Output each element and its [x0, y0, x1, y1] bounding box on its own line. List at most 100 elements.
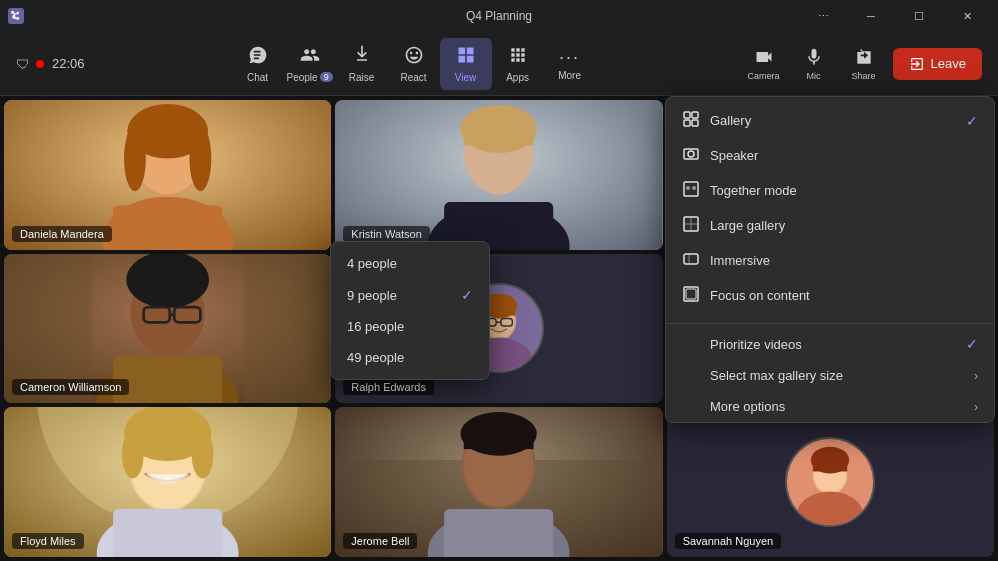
more-options-arrow: ›: [974, 400, 978, 414]
speaker-menu-icon: [682, 146, 700, 165]
more-label: More: [558, 70, 581, 81]
title-bar: Q4 Planning ⋯ ─ ☐ ✕: [0, 0, 998, 32]
menu-item-speaker[interactable]: Speaker: [666, 138, 994, 173]
video-tile-kristin: Kristin Watson: [335, 100, 662, 250]
svg-point-23: [176, 261, 207, 292]
video-tile-jerome: Jerome Bell: [335, 407, 662, 557]
toolbar: 🛡 22:06 Chat People 9: [0, 32, 998, 96]
chat-label: Chat: [247, 72, 268, 83]
menu-item-large-gallery[interactable]: Large gallery: [666, 208, 994, 243]
share-button[interactable]: Share: [843, 43, 885, 85]
teams-app-icon: [8, 8, 24, 24]
raise-button[interactable]: Raise: [336, 38, 388, 90]
gallery-check: ✓: [966, 113, 978, 129]
gallery-size-label: Select max gallery size: [710, 368, 843, 383]
mic-label: Mic: [807, 71, 821, 81]
svg-rect-74: [692, 120, 698, 126]
svg-rect-69: [813, 460, 847, 471]
menu-item-prioritize[interactable]: Prioritize videos ✓: [666, 328, 994, 360]
close-btn[interactable]: ✕: [944, 0, 990, 32]
gallery-size-4-label: 4 people: [347, 256, 397, 271]
apps-label: Apps: [506, 72, 529, 83]
chat-icon: [248, 45, 268, 70]
svg-point-76: [688, 151, 694, 157]
menu-item-focus[interactable]: Focus on content: [666, 278, 994, 313]
svg-point-54: [192, 431, 214, 479]
minimize-btn[interactable]: ─: [848, 0, 894, 32]
chat-button[interactable]: Chat: [232, 38, 284, 90]
maximize-btn[interactable]: ☐: [896, 0, 942, 32]
people-button[interactable]: People 9: [284, 38, 336, 90]
apps-button[interactable]: Apps: [492, 38, 544, 90]
gallery-size-9-label: 9 people: [347, 288, 397, 303]
name-tag-kristin: Kristin Watson: [343, 226, 430, 242]
svg-rect-8: [113, 205, 222, 249]
camera-label: Camera: [748, 71, 780, 81]
react-button[interactable]: React: [388, 38, 440, 90]
view-menu-section: Gallery ✓ Speaker Together mode: [666, 97, 994, 319]
svg-point-79: [692, 186, 696, 190]
share-icon: [854, 47, 874, 69]
menu-item-gallery-size[interactable]: Select max gallery size ›: [666, 360, 994, 391]
focus-menu-icon: [682, 286, 700, 305]
immersive-label: Immersive: [710, 253, 770, 268]
large-gallery-label: Large gallery: [710, 218, 785, 233]
svg-point-5: [124, 126, 146, 191]
menu-item-more-options[interactable]: More options ›: [666, 391, 994, 422]
menu-item-immersive[interactable]: Immersive: [666, 243, 994, 278]
name-tag-daniela: Daniela Mandera: [12, 226, 112, 242]
gallery-size-16-label: 16 people: [347, 319, 404, 334]
leave-label: Leave: [931, 56, 966, 71]
prioritize-check: ✓: [966, 336, 978, 352]
gallery-size-submenu: 4 people 9 people ✓ 16 people 49 people: [330, 241, 490, 380]
video-tile-floyd: Floyd Miles: [4, 407, 331, 557]
immersive-menu-icon: [682, 251, 700, 270]
recording-indicator: [36, 60, 44, 68]
menu-item-together[interactable]: Together mode: [666, 173, 994, 208]
main-content: Daniela Mandera: [0, 96, 998, 561]
people-icon: [300, 45, 320, 70]
mic-button[interactable]: Mic: [793, 43, 835, 85]
speaker-label: Speaker: [710, 148, 758, 163]
more-button[interactable]: ··· More: [544, 38, 596, 90]
name-tag-cameron: Cameron Williamson: [12, 379, 129, 395]
meeting-title: Q4 Planning: [466, 9, 532, 23]
camera-button[interactable]: Camera: [743, 43, 785, 85]
together-label: Together mode: [710, 183, 797, 198]
name-tag-floyd: Floyd Miles: [12, 533, 84, 549]
svg-rect-28: [113, 356, 222, 404]
gallery-size-9[interactable]: 9 people ✓: [331, 279, 489, 311]
toolbar-center: Chat People 9 Raise: [232, 38, 596, 90]
leave-button[interactable]: Leave: [893, 48, 982, 80]
svg-rect-72: [692, 112, 698, 118]
gallery-size-16[interactable]: 16 people: [331, 311, 489, 342]
video-tile-cameron: Cameron Williamson: [4, 254, 331, 404]
raise-label: Raise: [349, 72, 375, 83]
mic-icon: [804, 47, 824, 69]
gallery-menu-icon: [682, 111, 700, 130]
name-tag-savannah: Savannah Nguyen: [675, 533, 782, 549]
svg-rect-77: [684, 182, 698, 196]
menu-item-gallery[interactable]: Gallery ✓: [666, 103, 994, 138]
chat-btn-wrap: Chat: [232, 38, 284, 90]
svg-rect-71: [684, 112, 690, 118]
gallery-label: Gallery: [710, 113, 751, 128]
gallery-size-4[interactable]: 4 people: [331, 248, 489, 279]
people-label: People: [286, 72, 317, 83]
more-icon: ···: [559, 47, 580, 68]
react-icon: [404, 45, 424, 70]
react-label: React: [401, 72, 427, 83]
svg-point-22: [128, 261, 159, 292]
svg-rect-62: [464, 434, 534, 449]
svg-rect-19: [244, 254, 331, 404]
view-button[interactable]: View: [440, 38, 492, 90]
svg-point-78: [686, 186, 690, 190]
gallery-size-49[interactable]: 49 people: [331, 342, 489, 373]
toolbar-right: Camera Mic Share Leave: [743, 43, 982, 85]
svg-rect-12: [464, 129, 534, 145]
video-tile-savannah: Savannah Nguyen: [667, 407, 994, 557]
people-badge: 9: [320, 72, 333, 82]
svg-rect-86: [686, 289, 696, 299]
more-options-btn[interactable]: ⋯: [800, 0, 846, 32]
svg-rect-56: [113, 509, 222, 557]
